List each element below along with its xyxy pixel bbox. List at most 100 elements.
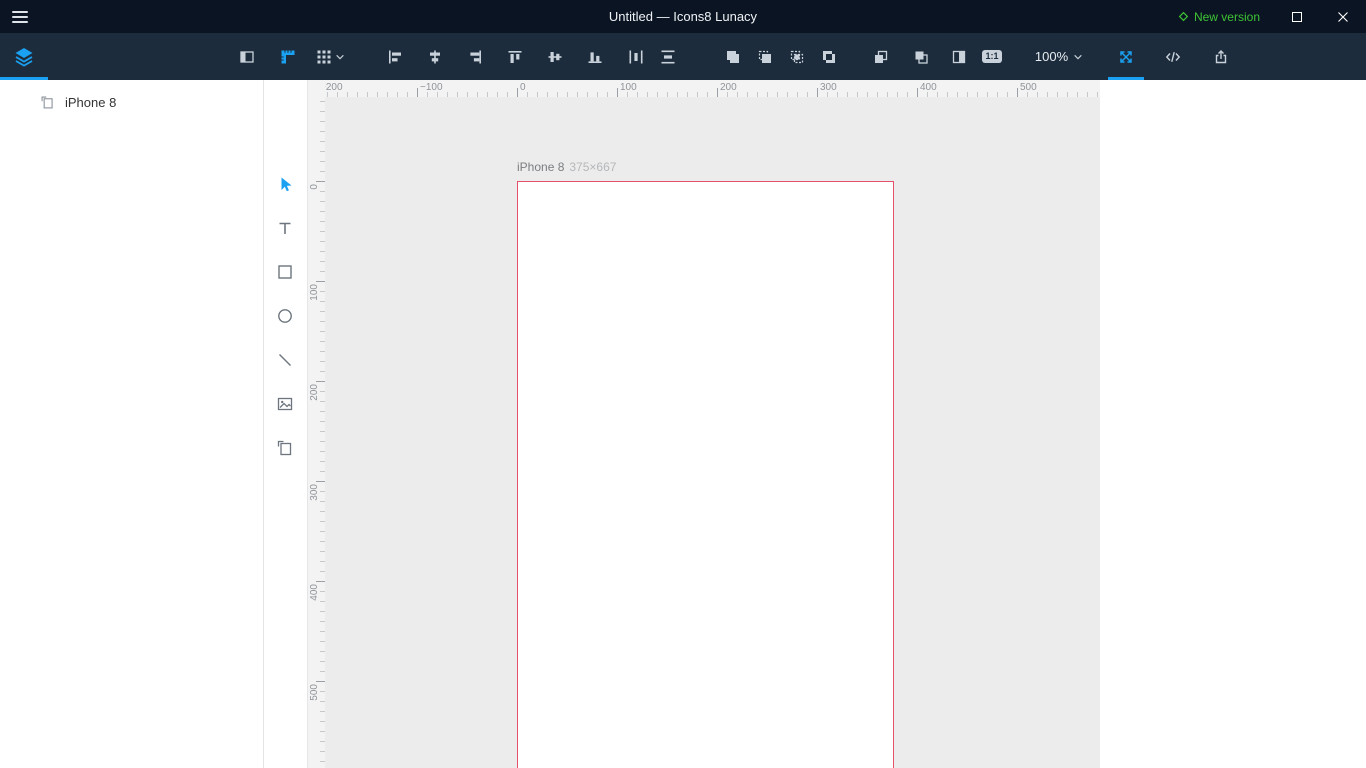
align-middle-vertical-icon bbox=[548, 51, 562, 62]
v-ruler-label: 400 bbox=[309, 584, 320, 601]
mask-button[interactable] bbox=[943, 41, 975, 72]
grid-icon bbox=[317, 50, 330, 63]
align-bottom-button[interactable] bbox=[579, 41, 611, 72]
align-right-icon bbox=[470, 50, 481, 63]
rulers-toggle-button[interactable] bbox=[272, 41, 304, 72]
h-ruler-label: 500 bbox=[1020, 82, 1037, 93]
text-tool-icon bbox=[279, 222, 291, 234]
zoom-value: 100% bbox=[1034, 49, 1069, 64]
align-bottom-icon bbox=[588, 51, 602, 63]
tools-panel bbox=[264, 80, 308, 768]
align-left-button[interactable] bbox=[379, 41, 411, 72]
align-center-horizontal-icon bbox=[430, 50, 440, 63]
main-menu-button[interactable] bbox=[0, 0, 40, 33]
horizontal-ruler[interactable]: −200 −100 0 100 200 300 400 500 bbox=[308, 80, 1100, 97]
distribute-vertical-icon bbox=[661, 50, 675, 63]
line-icon bbox=[279, 354, 291, 366]
artboard-icon bbox=[41, 96, 53, 108]
pointer-icon bbox=[281, 177, 292, 192]
h-ruler-label: 100 bbox=[620, 82, 637, 93]
text-tool[interactable] bbox=[271, 214, 299, 242]
distribute-vertically-button[interactable] bbox=[652, 41, 684, 72]
line-tool[interactable] bbox=[271, 346, 299, 374]
pixel-preview-button[interactable]: 1:1 bbox=[976, 41, 1008, 72]
h-ruler-label: 200 bbox=[720, 82, 737, 93]
h-ruler-label: 400 bbox=[920, 82, 937, 93]
artboard[interactable] bbox=[517, 181, 894, 768]
v-ruler-label: 200 bbox=[309, 384, 320, 401]
layer-item-artboard[interactable]: iPhone 8 bbox=[0, 88, 263, 116]
layers-panel: iPhone 8 bbox=[0, 80, 264, 768]
distribute-horizontally-button[interactable] bbox=[620, 41, 652, 72]
chevron-down-icon bbox=[1074, 54, 1082, 59]
grid-settings-button[interactable] bbox=[306, 41, 354, 72]
close-button[interactable] bbox=[1320, 0, 1366, 33]
v-ruler-label: 300 bbox=[309, 484, 320, 501]
difference-button[interactable] bbox=[813, 41, 845, 72]
app-window: Untitled — Icons8 Lunacy New version 1:1… bbox=[0, 0, 1366, 768]
artboard-size: 375×667 bbox=[569, 160, 617, 174]
code-view-button[interactable] bbox=[1157, 41, 1189, 72]
subtract-button[interactable] bbox=[749, 41, 781, 72]
align-center-horizontal-button[interactable] bbox=[419, 41, 451, 72]
titlebar: Untitled — Icons8 Lunacy New version bbox=[0, 0, 1366, 33]
select-tool[interactable] bbox=[271, 170, 299, 198]
artboard-title[interactable]: iPhone 8 375×667 bbox=[517, 160, 616, 174]
image-tool[interactable] bbox=[271, 390, 299, 418]
ellipse-tool[interactable] bbox=[271, 302, 299, 330]
ruler-corner bbox=[308, 80, 325, 97]
ellipse-icon bbox=[278, 309, 292, 323]
v-ruler-label: 500 bbox=[309, 684, 320, 701]
new-version-label: New version bbox=[1193, 9, 1260, 24]
h-ruler-label: −100 bbox=[420, 82, 443, 93]
bring-forward-icon bbox=[875, 50, 888, 63]
new-version-icon bbox=[1178, 11, 1189, 22]
maximize-icon bbox=[1292, 11, 1302, 22]
window-title: Untitled — Icons8 Lunacy bbox=[608, 9, 758, 24]
maximize-button[interactable] bbox=[1274, 0, 1320, 33]
intersect-button[interactable] bbox=[781, 41, 813, 72]
align-right-button[interactable] bbox=[459, 41, 491, 72]
align-top-button[interactable] bbox=[499, 41, 531, 72]
artboard-tool[interactable] bbox=[271, 434, 299, 462]
v-ruler-label: 0 bbox=[309, 184, 320, 190]
mask-icon bbox=[952, 50, 966, 63]
send-backward-button[interactable] bbox=[905, 41, 937, 72]
ruler-icon bbox=[281, 50, 295, 63]
h-ruler-label: 300 bbox=[820, 82, 837, 93]
v-ruler-label: 100 bbox=[309, 284, 320, 301]
layer-item-label: iPhone 8 bbox=[65, 94, 117, 110]
align-top-icon bbox=[508, 50, 522, 63]
artboard-name: iPhone 8 bbox=[517, 160, 565, 174]
toggle-panels-button[interactable] bbox=[231, 41, 263, 72]
expand-arrows-icon bbox=[1120, 50, 1132, 63]
zoom-select[interactable]: 100% bbox=[1028, 41, 1090, 72]
send-backward-icon bbox=[915, 51, 928, 64]
bring-forward-button[interactable] bbox=[865, 41, 897, 72]
pixel-preview-icon: 1:1 bbox=[982, 50, 1002, 63]
union-icon bbox=[727, 50, 739, 63]
toolbar: 1:1 100% bbox=[0, 33, 1366, 80]
canvas[interactable]: iPhone 8 375×667 −200 −100 0 100 200 300 400 500… bbox=[308, 80, 1100, 768]
subtract-icon bbox=[758, 50, 771, 63]
align-middle-vertical-button[interactable] bbox=[539, 41, 571, 72]
h-ruler-label: 0 bbox=[520, 82, 526, 93]
intersect-icon bbox=[790, 50, 804, 63]
inspector-panel bbox=[1100, 80, 1366, 768]
export-button[interactable] bbox=[1205, 41, 1237, 72]
layers-icon bbox=[15, 47, 33, 67]
rectangle-tool[interactable] bbox=[271, 258, 299, 286]
vertical-ruler[interactable]: 0 100 200 300 400 500 bbox=[308, 80, 325, 768]
close-icon bbox=[1338, 11, 1348, 22]
layers-panel-tab[interactable] bbox=[0, 33, 48, 80]
hamburger-icon bbox=[12, 10, 28, 13]
difference-icon bbox=[823, 50, 835, 63]
new-version-link[interactable]: New version bbox=[1178, 10, 1260, 24]
distribute-horizontal-icon bbox=[629, 50, 643, 63]
code-icon bbox=[1165, 51, 1181, 62]
union-button[interactable] bbox=[717, 41, 749, 72]
align-left-icon bbox=[389, 50, 401, 63]
image-icon bbox=[277, 397, 293, 411]
sidebar-icon bbox=[240, 50, 254, 63]
fit-to-screen-tab[interactable] bbox=[1108, 33, 1144, 80]
